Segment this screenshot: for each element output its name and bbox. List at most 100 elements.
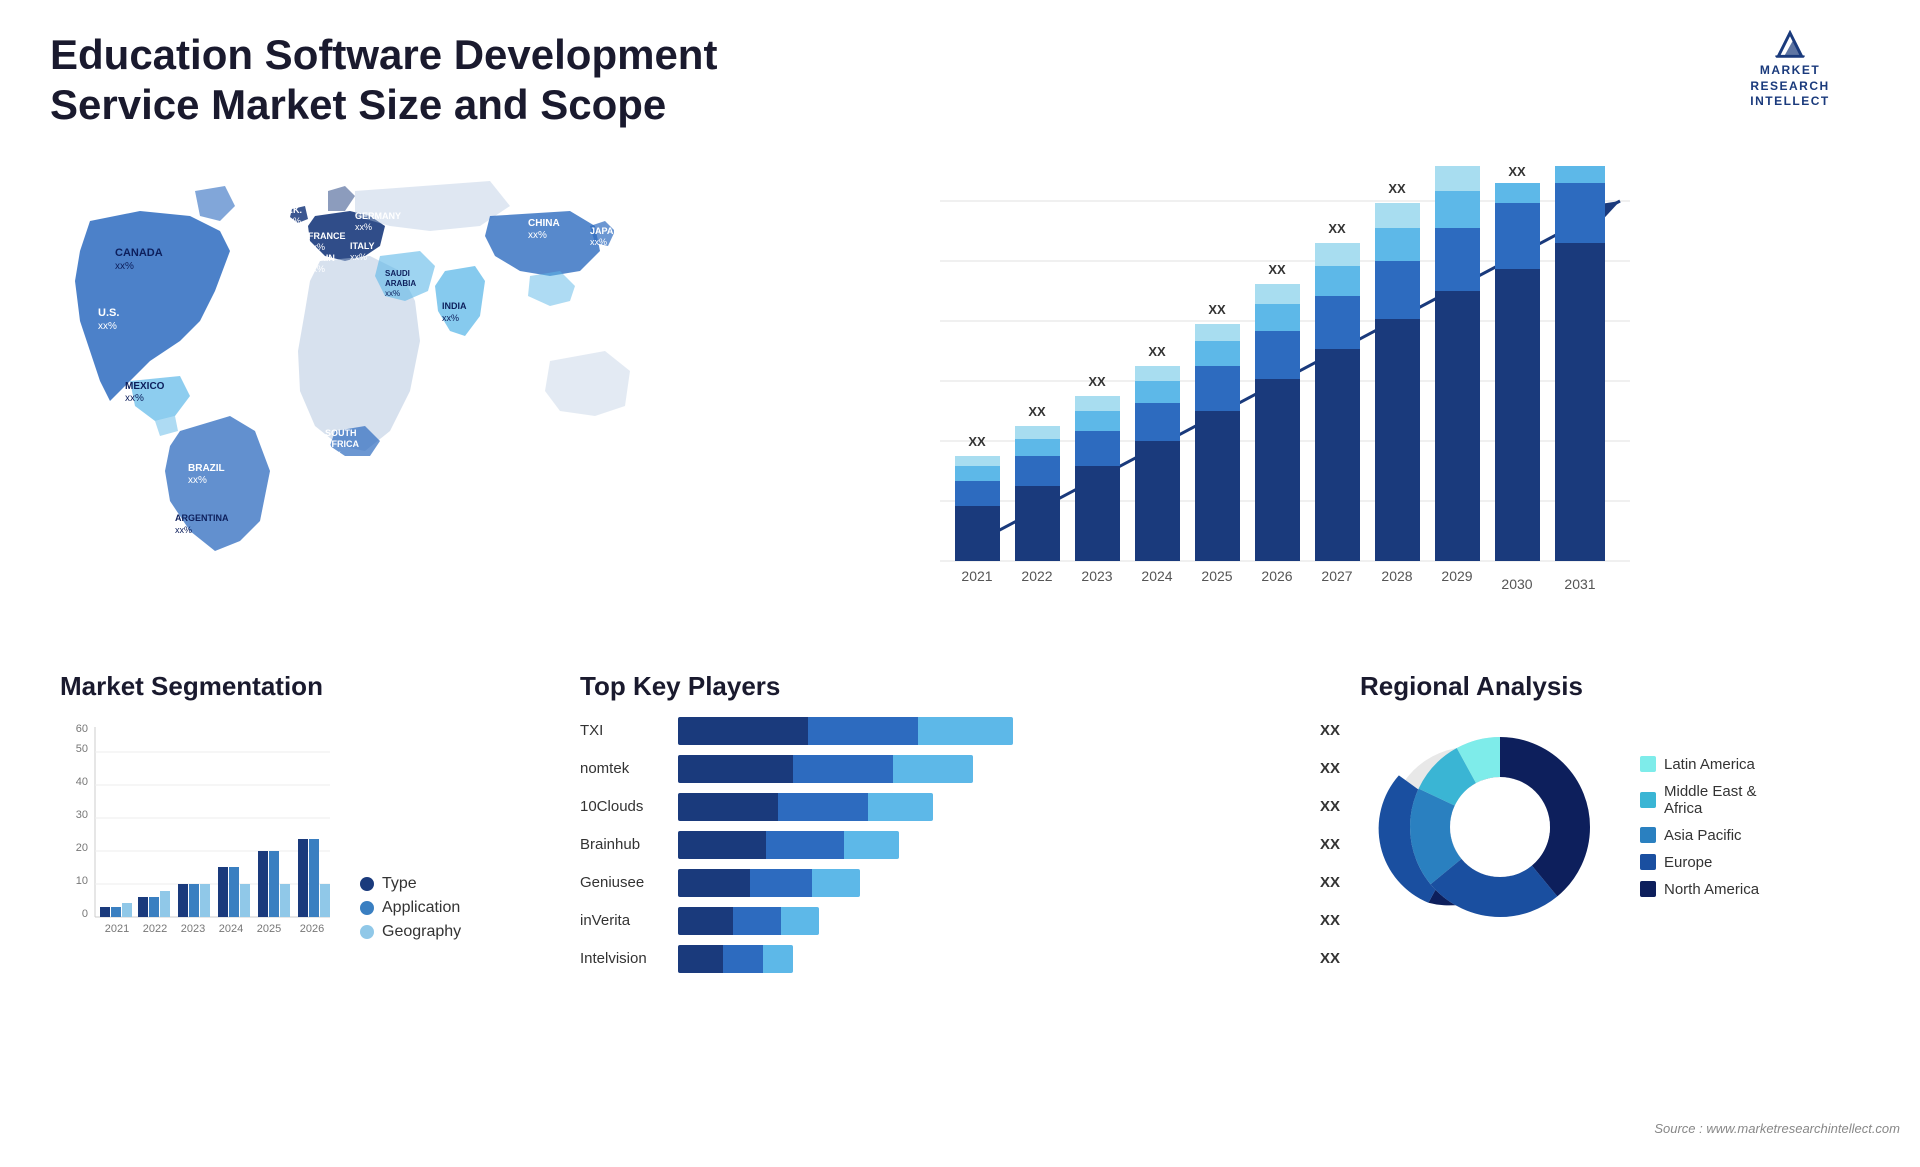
svg-text:XX: XX [1148,344,1166,359]
page-container: Education Software Development Service M… [0,0,1920,1146]
europe-label: Europe [1664,854,1712,871]
svg-text:XX: XX [1088,374,1106,389]
player-bar [678,793,933,821]
main-bar-chart: XX 2021 XX 2022 XX 2023 [700,161,1850,641]
svg-text:SOUTH: SOUTH [325,428,357,438]
legend-latin-america: Latin America [1640,756,1759,773]
svg-text:40: 40 [76,776,88,788]
player-bar-container [678,755,1304,783]
player-bar [678,945,793,973]
donut-legend: Latin America Middle East &Africa Asia P… [1640,756,1759,898]
list-item: TXI XX [580,717,1340,745]
logo-text: MARKET RESEARCH INTELLECT [1750,63,1830,110]
player-bar [678,831,899,859]
bar-chart-section: XX 2021 XX 2022 XX 2023 [680,151,1870,651]
svg-text:XX: XX [1571,161,1589,164]
logo-icon [1765,30,1815,59]
svg-text:XX: XX [1268,262,1286,277]
geography-label: Geography [382,923,461,941]
page-title: Education Software Development Service M… [50,30,750,131]
player-bar-container [678,717,1304,745]
svg-text:GERMANY: GERMANY [355,211,401,221]
legend-type: Type [360,875,461,893]
legend-asia-pacific: Asia Pacific [1640,827,1759,844]
legend-europe: Europe [1640,854,1759,871]
player-name: Geniusee [580,874,670,891]
geography-dot [360,925,374,939]
svg-text:xx%: xx% [308,264,325,274]
svg-text:xx%: xx% [442,313,459,323]
player-value: XX [1320,836,1340,853]
list-item: Brainhub XX [580,831,1340,859]
svg-text:2021: 2021 [105,923,129,935]
player-bar [678,717,1013,745]
player-bar-container [678,869,1304,897]
svg-text:xx%: xx% [125,393,144,404]
svg-text:2022: 2022 [143,923,167,935]
svg-text:CHINA: CHINA [528,218,560,229]
svg-text:XX: XX [1448,161,1466,164]
player-value: XX [1320,950,1340,967]
svg-text:30: 30 [76,809,88,821]
application-label: Application [382,899,460,917]
svg-text:FRANCE: FRANCE [308,231,346,241]
player-value: XX [1320,912,1340,929]
svg-text:xx%: xx% [385,289,400,298]
player-name: 10Clouds [580,798,670,815]
svg-text:ITALY: ITALY [350,241,375,251]
player-value: XX [1320,874,1340,891]
legend-application: Application [360,899,461,917]
player-name: TXI [580,722,670,739]
asia-pacific-label: Asia Pacific [1664,827,1742,844]
svg-text:xx%: xx% [590,237,607,247]
player-value: XX [1320,760,1340,777]
svg-text:10: 10 [76,875,88,887]
segmentation-chart: 0 10 20 30 40 50 60 [60,717,340,947]
donut-container: Latin America Middle East &Africa Asia P… [1360,717,1860,937]
player-bar [678,907,819,935]
player-name: Intelvision [580,950,670,967]
svg-text:ARGENTINA: ARGENTINA [175,513,229,523]
middle-east-africa-color [1640,792,1656,808]
svg-text:MEXICO: MEXICO [125,381,165,392]
svg-text:XX: XX [1328,221,1346,236]
legend-north-america: North America [1640,881,1759,898]
player-value: XX [1320,722,1340,739]
svg-text:SAUDI: SAUDI [385,269,410,278]
players-title: Top Key Players [580,671,1340,702]
svg-text:U.S.: U.S. [98,307,119,319]
svg-text:AFRICA: AFRICA [325,439,359,449]
svg-text:XX: XX [1208,302,1226,317]
svg-text:xx%: xx% [355,222,372,232]
europe-color [1640,854,1656,870]
north-america-color [1640,881,1656,897]
logo-area: MARKET RESEARCH INTELLECT [1710,30,1870,110]
list-item: Intelvision XX [580,945,1340,973]
regional-section: Regional Analysis [1360,671,1860,1157]
type-dot [360,877,374,891]
player-bar-container [678,831,1304,859]
donut-chart-overlay [1390,717,1610,937]
player-name: inVerita [580,912,670,929]
svg-text:2023: 2023 [1081,568,1112,584]
svg-text:xx%: xx% [350,252,367,262]
player-bar-container [678,907,1304,935]
svg-text:2026: 2026 [1261,568,1292,584]
main-grid: CANADA xx% U.S. xx% MEXICO xx% BRAZIL xx… [50,151,1870,1167]
players-list: TXI XX nomtek [580,717,1340,973]
svg-text:ARABIA: ARABIA [385,279,416,288]
player-bar-container [678,945,1304,973]
svg-text:2023: 2023 [181,923,205,935]
player-name: Brainhub [580,836,670,853]
svg-text:2026: 2026 [300,923,324,935]
source-text: Source : www.marketresearchintellect.com [1654,1121,1900,1136]
middle-east-africa-label: Middle East &Africa [1664,783,1757,817]
list-item: Geniusee XX [580,869,1340,897]
svg-text:0: 0 [82,908,88,920]
svg-text:U.K.: U.K. [284,205,302,215]
world-map-svg: CANADA xx% U.S. xx% MEXICO xx% BRAZIL xx… [60,161,660,561]
player-name: nomtek [580,760,670,777]
segmentation-title: Market Segmentation [60,671,560,702]
latin-america-color [1640,756,1656,772]
svg-text:XX: XX [1388,181,1406,196]
